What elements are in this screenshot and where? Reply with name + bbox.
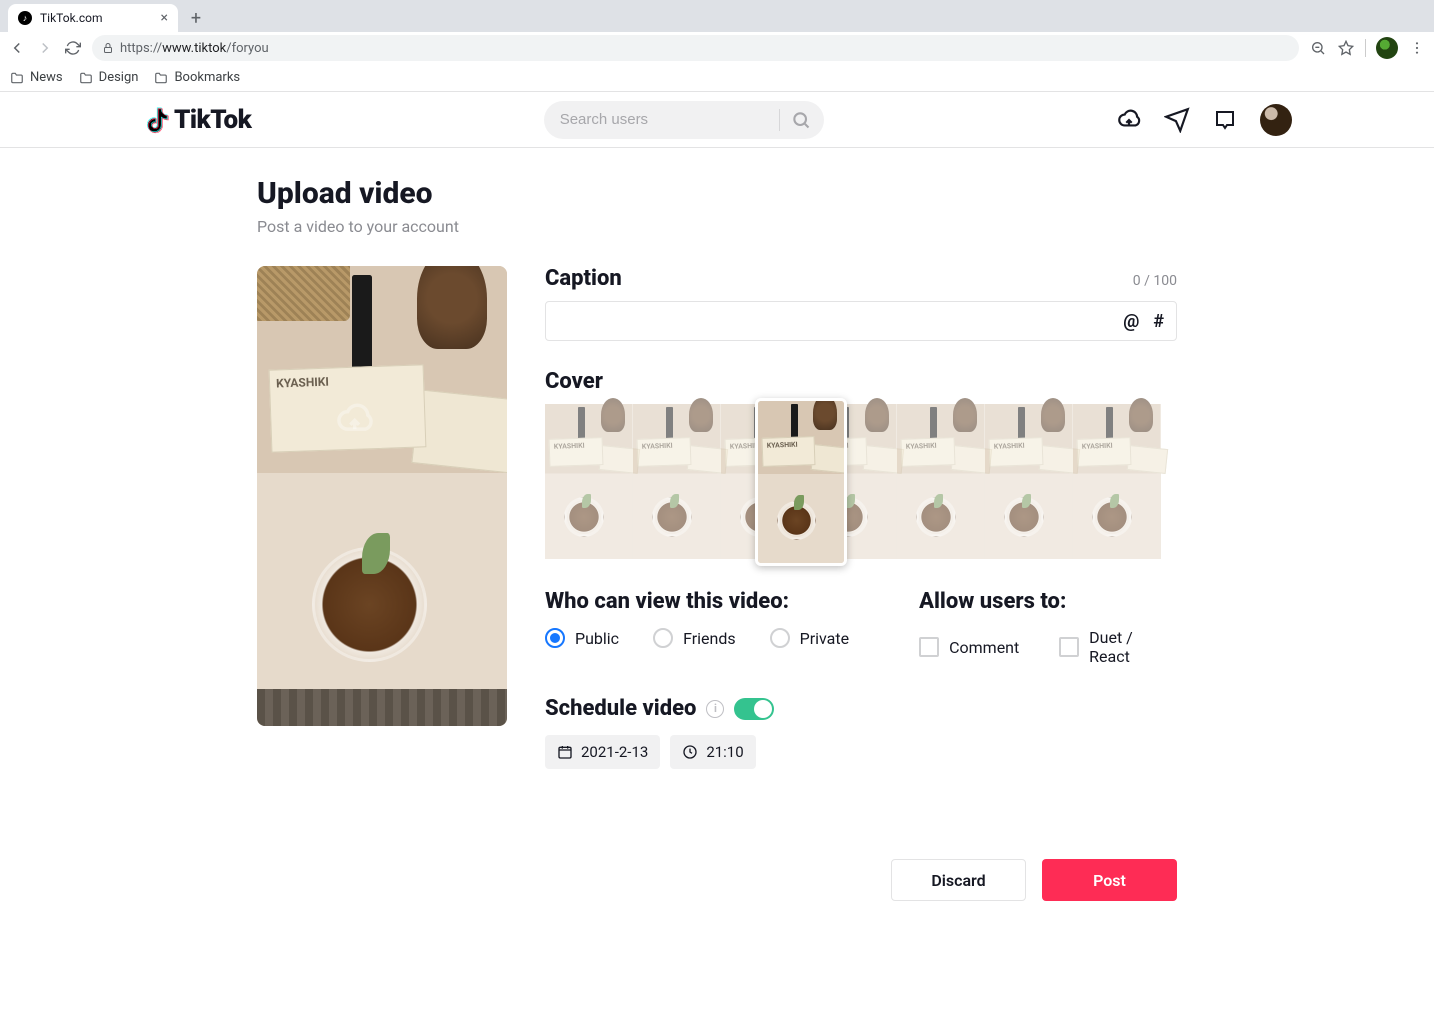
- cover-frame[interactable]: KYASHIKI: [897, 404, 985, 559]
- user-avatar[interactable]: [1260, 104, 1292, 136]
- upload-button[interactable]: [1116, 107, 1142, 133]
- star-icon[interactable]: [1337, 39, 1355, 57]
- upload-page: Upload video Post a video to your accoun…: [217, 148, 1217, 961]
- privacy-private[interactable]: Private: [770, 628, 849, 648]
- url-bar[interactable]: https://www.tiktok/foryou: [92, 35, 1299, 61]
- bookmark-label: Bookmarks: [174, 70, 240, 85]
- new-tab-button[interactable]: +: [184, 6, 208, 30]
- tiktok-favicon-icon: ♪: [18, 11, 32, 25]
- search-box[interactable]: [544, 101, 824, 139]
- browser-toolbar: https://www.tiktok/foryou: [0, 32, 1434, 64]
- mention-icon[interactable]: @: [1123, 311, 1139, 332]
- schedule-time-value: 21:10: [706, 743, 743, 761]
- cover-frame[interactable]: KYASHIKI: [1073, 404, 1161, 559]
- cover-frame[interactable]: KYASHIKI: [985, 404, 1073, 559]
- checkbox-icon: [919, 637, 939, 657]
- tiktok-note-icon: [142, 106, 170, 134]
- divider: [1365, 39, 1366, 57]
- url-text: https://www.tiktok/foryou: [120, 41, 269, 56]
- bookmark-label: News: [30, 70, 63, 85]
- page-subtitle: Post a video to your account: [257, 217, 1177, 236]
- browser-tab[interactable]: ♪ TikTok.com ×: [8, 4, 178, 32]
- search-button[interactable]: [784, 105, 818, 135]
- calendar-icon: [557, 744, 573, 760]
- folder-icon: [154, 71, 168, 85]
- schedule-date-value: 2021-2-13: [581, 743, 648, 761]
- tab-strip: ♪ TikTok.com × +: [0, 0, 1434, 32]
- inbox-icon: [1213, 108, 1237, 132]
- privacy-friends[interactable]: Friends: [653, 628, 736, 648]
- caption-input[interactable]: [558, 313, 1123, 330]
- cover-frame-selected[interactable]: KYASHIKI: [755, 398, 847, 566]
- reload-icon[interactable]: [64, 39, 82, 57]
- privacy-public[interactable]: Public: [545, 628, 619, 648]
- checkbox-icon: [1059, 637, 1079, 657]
- tab-title: TikTok.com: [40, 11, 102, 25]
- schedule-title: Schedule video: [545, 696, 696, 721]
- search-input[interactable]: [560, 111, 775, 128]
- zoom-icon[interactable]: [1309, 39, 1327, 57]
- profile-avatar-icon[interactable]: [1376, 37, 1398, 59]
- folder-icon: [10, 71, 24, 85]
- send-icon: [1164, 107, 1190, 133]
- site-header: TikTok: [0, 92, 1434, 148]
- video-preview[interactable]: KYASHIKI: [257, 266, 507, 726]
- close-tab-icon[interactable]: ×: [161, 10, 168, 26]
- bookmark-design[interactable]: Design: [79, 70, 139, 85]
- divider: [779, 109, 780, 131]
- caption-char-count: 0 / 100: [1133, 273, 1177, 289]
- tiktok-logo[interactable]: TikTok: [142, 105, 251, 135]
- browser-chrome: ♪ TikTok.com × + https://www.tiktok/fory…: [0, 0, 1434, 92]
- radio-label: Private: [800, 629, 849, 648]
- folder-icon: [79, 71, 93, 85]
- cover-frame[interactable]: KYASHIKI: [633, 404, 721, 559]
- caption-title: Caption: [545, 266, 622, 291]
- cover-selector[interactable]: KYASHIKI KYASHIKI KYASHIKI KYASHIKI KYAS…: [545, 404, 1177, 559]
- bookmark-bookmarks[interactable]: Bookmarks: [154, 70, 240, 85]
- radio-label: Friends: [683, 629, 736, 648]
- bookmark-news[interactable]: News: [10, 70, 63, 85]
- info-icon[interactable]: i: [706, 700, 724, 718]
- checkbox-label: Duet / React: [1089, 628, 1177, 666]
- bookmark-label: Design: [99, 70, 139, 85]
- schedule-time-picker[interactable]: 21:10: [670, 735, 755, 769]
- hashtag-icon[interactable]: #: [1153, 311, 1164, 332]
- allow-comment[interactable]: Comment: [919, 628, 1019, 666]
- privacy-title: Who can view this video:: [545, 589, 849, 614]
- cloud-upload-icon: [334, 399, 376, 445]
- cover-frame[interactable]: KYASHIKI: [545, 404, 633, 559]
- checkbox-label: Comment: [949, 638, 1019, 657]
- radio-label: Public: [575, 629, 619, 648]
- radio-icon: [545, 628, 565, 648]
- lock-icon: [102, 42, 114, 54]
- cover-title: Cover: [545, 369, 1177, 394]
- bookmarks-bar: News Design Bookmarks: [0, 64, 1434, 92]
- allow-title: Allow users to:: [919, 589, 1177, 614]
- cloud-upload-icon: [1116, 107, 1142, 133]
- radio-icon: [653, 628, 673, 648]
- radio-icon: [770, 628, 790, 648]
- search-icon: [791, 110, 811, 130]
- inbox-button[interactable]: [1212, 107, 1238, 133]
- discard-button[interactable]: Discard: [891, 859, 1026, 901]
- kebab-menu-icon[interactable]: [1408, 39, 1426, 57]
- schedule-toggle[interactable]: [734, 698, 774, 720]
- back-icon[interactable]: [8, 39, 26, 57]
- allow-duet[interactable]: Duet / React: [1059, 628, 1177, 666]
- schedule-date-picker[interactable]: 2021-2-13: [545, 735, 660, 769]
- post-button[interactable]: Post: [1042, 859, 1177, 901]
- clock-icon: [682, 744, 698, 760]
- forward-icon: [36, 39, 54, 57]
- page-title: Upload video: [257, 176, 1177, 211]
- logo-text: TikTok: [174, 105, 251, 135]
- caption-field[interactable]: @ #: [545, 301, 1177, 341]
- messages-button[interactable]: [1164, 107, 1190, 133]
